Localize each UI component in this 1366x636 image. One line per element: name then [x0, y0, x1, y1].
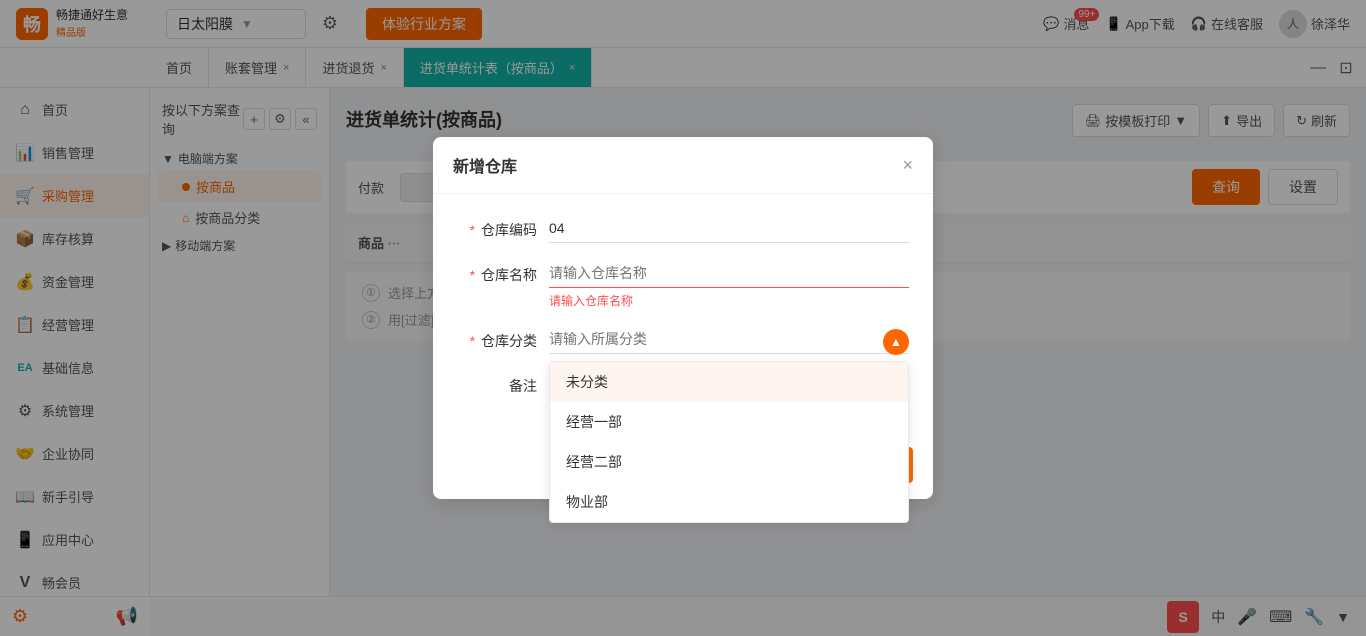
- dropdown-item-uncategorized[interactable]: 未分类: [550, 362, 908, 402]
- code-field-row: * 仓库编码: [457, 214, 909, 243]
- category-field-row: * 仓库分类 ▲ 未分类 经营一部 经营二部 物业部: [457, 325, 909, 354]
- new-warehouse-dialog: 新增仓库 × * 仓库编码 * 仓库名称 请输入仓库名称: [433, 137, 933, 499]
- name-label: * 仓库名称: [457, 259, 537, 285]
- category-input-wrap: ▲ 未分类 经营一部 经营二部 物业部: [549, 325, 909, 354]
- category-dropdown: 未分类 经营一部 经营二部 物业部: [549, 361, 909, 523]
- name-input-wrap: 请输入仓库名称: [549, 259, 909, 309]
- code-required-star: *: [470, 222, 475, 238]
- code-input[interactable]: [549, 214, 909, 243]
- dialog-close-button[interactable]: ×: [902, 156, 913, 174]
- modal-overlay[interactable]: 新增仓库 × * 仓库编码 * 仓库名称 请输入仓库名称: [0, 0, 1366, 636]
- name-input[interactable]: [549, 259, 909, 288]
- dialog-header: 新增仓库 ×: [433, 137, 933, 194]
- cat-required-star: *: [470, 333, 475, 349]
- category-input[interactable]: [549, 325, 909, 354]
- dropdown-item-property[interactable]: 物业部: [550, 482, 908, 522]
- dialog-title: 新增仓库: [453, 153, 517, 177]
- category-label: * 仓库分类: [457, 325, 537, 351]
- name-required-star: *: [470, 267, 475, 283]
- category-toggle-button[interactable]: ▲: [883, 329, 909, 355]
- dialog-body: * 仓库编码 * 仓库名称 请输入仓库名称 *: [433, 194, 933, 435]
- dropdown-item-dept2[interactable]: 经营二部: [550, 442, 908, 482]
- name-error-msg: 请输入仓库名称: [549, 292, 909, 309]
- remark-label: 备注: [457, 370, 537, 396]
- name-field-row: * 仓库名称 请输入仓库名称: [457, 259, 909, 309]
- code-label: * 仓库编码: [457, 214, 537, 240]
- dropdown-item-dept1[interactable]: 经营一部: [550, 402, 908, 442]
